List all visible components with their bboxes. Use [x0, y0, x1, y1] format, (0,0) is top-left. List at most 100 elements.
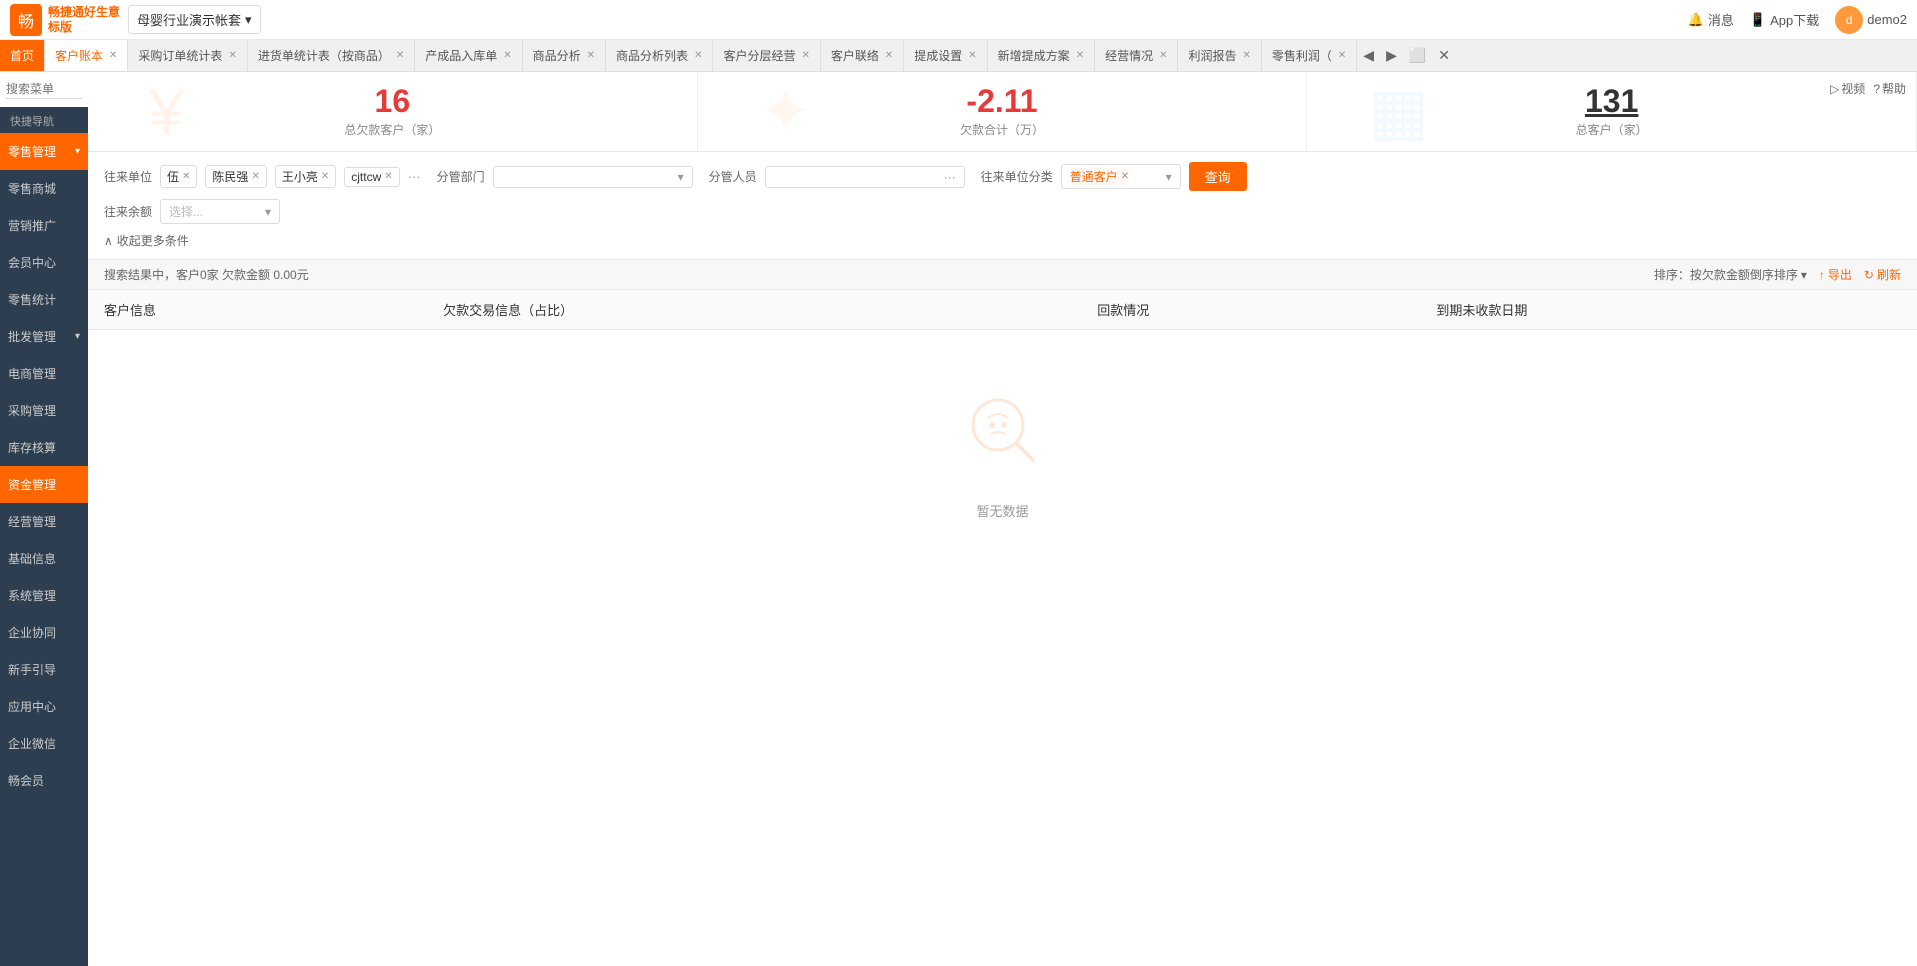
help-button[interactable]: ? 帮助: [1873, 80, 1906, 97]
sidebar-item-app-center[interactable]: 应用中心: [0, 688, 88, 725]
help-icon: ?: [1873, 82, 1880, 96]
collapse-icon: ∧: [104, 234, 113, 248]
unit-category-select[interactable]: 普通客户 ✕ ▾: [1061, 164, 1181, 189]
sidebar-item-system[interactable]: 系统管理: [0, 577, 88, 614]
filter-more-dots[interactable]: ···: [408, 169, 421, 184]
sidebar-item-finance[interactable]: 资金管理: [0, 466, 88, 503]
user-profile[interactable]: d demo2: [1835, 6, 1907, 34]
stat-total-count: ▦ 131 总客户（家） ▷ 视频 ? 帮助: [1307, 72, 1917, 151]
tab-retail-profit[interactable]: 零售利润（ ✕: [1262, 40, 1357, 71]
sidebar-item-retail-management[interactable]: 零售管理 ▾: [0, 133, 88, 170]
col-customer-info: 客户信息: [88, 290, 427, 330]
table-header: 客户信息 欠款交易信息（占比） 回款情况 到期未收款日期: [88, 290, 1917, 330]
sidebar-item-wholesale[interactable]: 批发管理 ▾: [0, 318, 88, 355]
sidebar-item-retail-stats[interactable]: 零售统计: [0, 281, 88, 318]
tab-close-icon[interactable]: ✕: [109, 50, 117, 61]
tag-close-wu[interactable]: ✕: [182, 171, 190, 182]
stat-total-owed: ✦ -2.11 欠款合计（万）: [698, 72, 1308, 151]
logo-text: 畅捷通好生意 标版: [48, 5, 120, 34]
tab-expand-button[interactable]: ⬜: [1403, 47, 1432, 64]
sidebar-item-enterprise-coop[interactable]: 企业协同: [0, 614, 88, 651]
store-selector[interactable]: 母婴行业演示帐套 ▾: [128, 5, 261, 34]
person-label: 分管人员: [709, 168, 757, 185]
tab-close-all-button[interactable]: ✕: [1432, 47, 1456, 64]
tab-prev-button[interactable]: ◀: [1357, 47, 1380, 64]
tab-close-icon[interactable]: ✕: [694, 50, 702, 61]
department-select[interactable]: ▾: [493, 166, 693, 188]
tab-close-icon[interactable]: ✕: [1159, 50, 1167, 61]
col-due-date: 到期未收款日期: [1420, 290, 1917, 330]
tag-close-chen[interactable]: ✕: [251, 171, 259, 182]
search-input[interactable]: [6, 80, 82, 99]
sidebar-item-enterprise-wechat[interactable]: 企业微信: [0, 725, 88, 762]
filter-row-1: 往来单位 伍 ✕ 陈民强 ✕ 王小亮 ✕ cjttcw ✕ ···: [104, 162, 1901, 191]
logo-icon: 畅: [10, 4, 42, 36]
sidebar-item-basic-info[interactable]: 基础信息: [0, 540, 88, 577]
collapse-row: ∧ 收起更多条件: [104, 232, 1901, 249]
tab-close-icon[interactable]: ✕: [228, 50, 236, 61]
top-bar: 畅 畅捷通好生意 标版 母婴行业演示帐套 ▾ 🔔 消息 📱 App下载 d de…: [0, 0, 1917, 40]
tab-home[interactable]: 首页: [0, 40, 45, 71]
sidebar-item-inventory[interactable]: 库存核算: [0, 429, 88, 466]
sidebar-item-ecommerce[interactable]: 电商管理: [0, 355, 88, 392]
stat-value-owed: -2.11: [966, 85, 1037, 117]
tab-close-icon[interactable]: ✕: [885, 50, 893, 61]
tab-close-icon[interactable]: ✕: [1243, 50, 1251, 61]
tab-merchandise-analysis-list[interactable]: 商品分析列表 ✕: [606, 40, 713, 71]
sidebar-item-vip-member[interactable]: 畅会员: [0, 762, 88, 799]
top-bar-right: 🔔 消息 📱 App下载 d demo2: [1688, 6, 1907, 34]
tab-close-icon[interactable]: ✕: [587, 50, 595, 61]
filter-tag-chen: 陈民强 ✕: [205, 165, 266, 188]
stat-bg-icon-2: ✦: [759, 74, 813, 149]
tab-close-icon[interactable]: ✕: [1076, 50, 1084, 61]
collapse-button[interactable]: ∧ 收起更多条件: [104, 232, 1901, 249]
messages-button[interactable]: 🔔 消息: [1688, 10, 1734, 29]
tag-close-cjttcw[interactable]: ✕: [384, 171, 392, 182]
tab-promotion-settings[interactable]: 提成设置 ✕: [904, 40, 987, 71]
filter-tag-cjttcw: cjttcw ✕: [344, 167, 399, 187]
home-label: 首页: [10, 47, 34, 64]
tab-close-icon[interactable]: ✕: [503, 50, 511, 61]
sidebar-item-marketing[interactable]: 营销推广: [0, 207, 88, 244]
chevron-icon: ▾: [75, 146, 80, 157]
query-button[interactable]: 查询: [1189, 162, 1247, 191]
sidebar-item-operations-mgmt[interactable]: 经营管理: [0, 503, 88, 540]
tab-customer-contact[interactable]: 客户联络 ✕: [821, 40, 904, 71]
chevron-down-icon: ▾: [245, 12, 252, 28]
tab-new-promotion-plan[interactable]: 新增提成方案 ✕: [988, 40, 1095, 71]
sidebar-item-membership[interactable]: 会员中心: [0, 244, 88, 281]
filter-bar: 往来单位 伍 ✕ 陈民强 ✕ 王小亮 ✕ cjttcw ✕ ···: [88, 152, 1917, 260]
person-select[interactable]: ···: [765, 166, 965, 188]
sidebar-item-retail-mall[interactable]: 零售商城: [0, 170, 88, 207]
sort-button[interactable]: 排序：按欠款金额倒序排序 ▾: [1654, 266, 1807, 283]
sidebar-search-area: [0, 72, 88, 107]
tab-operations[interactable]: 经营情况 ✕: [1095, 40, 1178, 71]
tab-inbound-stats[interactable]: 进货单统计表（按商品） ✕: [248, 40, 415, 71]
tab-customer-account[interactable]: 客户账本 ✕: [45, 40, 128, 71]
unit-category-label: 往来单位分类: [981, 168, 1053, 185]
chevron-down-icon: ▾: [265, 205, 271, 219]
refresh-button[interactable]: ↻ 刷新: [1864, 266, 1901, 283]
sidebar-item-new-guide[interactable]: 新手引导: [0, 651, 88, 688]
chevron-down-icon: ▾: [1166, 170, 1172, 184]
app-download-button[interactable]: 📱 App下载: [1750, 10, 1819, 29]
balance-select[interactable]: 选择... ▾: [160, 199, 280, 224]
tab-merchandise-analysis[interactable]: 商品分析 ✕: [523, 40, 606, 71]
tab-close-icon[interactable]: ✕: [396, 50, 404, 61]
tab-close-icon[interactable]: ✕: [968, 50, 976, 61]
category-tag-close[interactable]: ✕: [1121, 171, 1129, 182]
tab-product-inbound[interactable]: 产成品入库单 ✕: [415, 40, 522, 71]
tag-close-wang[interactable]: ✕: [321, 171, 329, 182]
tab-close-icon[interactable]: ✕: [801, 50, 809, 61]
sidebar-item-purchase[interactable]: 采购管理: [0, 392, 88, 429]
tab-next-button[interactable]: ▶: [1380, 47, 1403, 64]
tab-customer-segment[interactable]: 客户分层经营 ✕: [713, 40, 820, 71]
tab-close-icon[interactable]: ✕: [1338, 50, 1346, 61]
video-button[interactable]: ▷ 视频: [1830, 80, 1865, 97]
export-button[interactable]: ↑ 导出: [1819, 266, 1852, 283]
tab-profit-report[interactable]: 利润报告 ✕: [1178, 40, 1261, 71]
bell-icon: 🔔: [1688, 12, 1704, 28]
chevron-icon: ▾: [75, 331, 80, 342]
top-bar-left: 畅 畅捷通好生意 标版 母婴行业演示帐套 ▾: [10, 4, 261, 36]
tab-purchase-order-stats[interactable]: 采购订单统计表 ✕: [128, 40, 247, 71]
